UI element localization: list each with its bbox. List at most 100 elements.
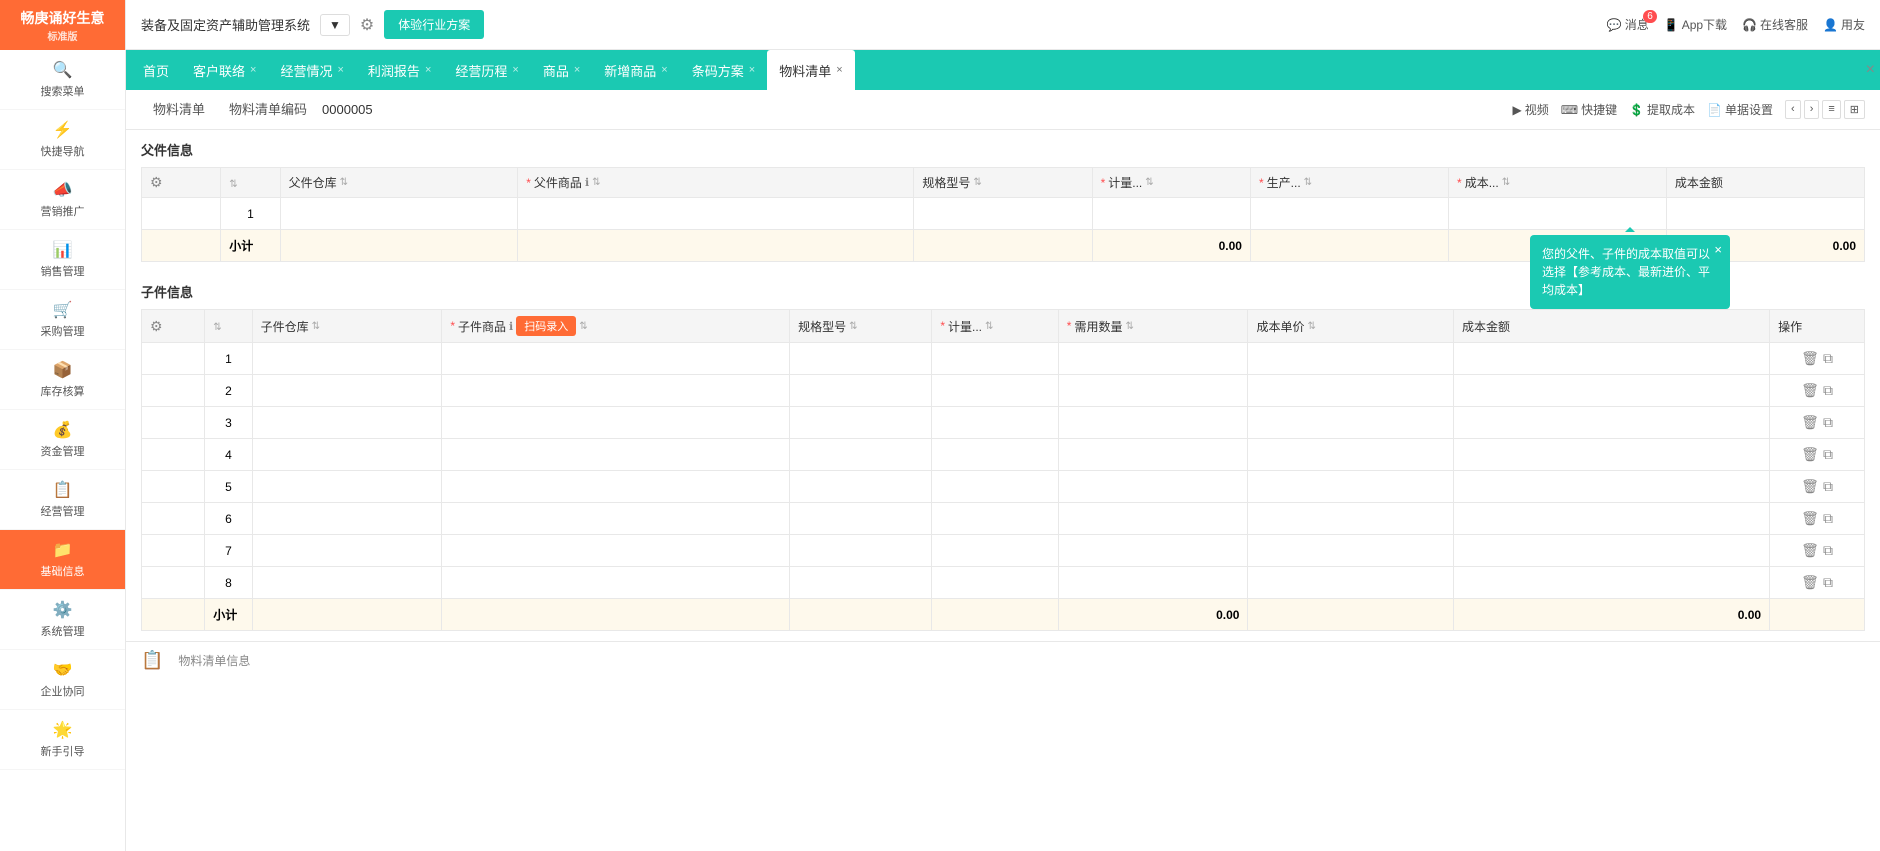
child-unit-sort[interactable]: ⇅ (985, 321, 993, 332)
parent-row1-prod[interactable] (1250, 198, 1448, 230)
delete-row-7-icon[interactable]: 🗑 (1801, 542, 1819, 559)
child-row8-spec[interactable] (790, 567, 932, 599)
spec-sort-icon[interactable]: ⇅ (973, 177, 981, 188)
child-row3-product[interactable] (442, 407, 790, 439)
child-row3-unitcost[interactable] (1248, 407, 1453, 439)
tab-bom-close[interactable]: × (836, 64, 842, 76)
child-row1-qty[interactable] (1058, 343, 1248, 375)
pcost-sort-icon[interactable]: ⇅ (1502, 177, 1510, 188)
user-action[interactable]: 👤 用友 (1823, 16, 1865, 33)
child-row6-warehouse[interactable] (252, 503, 442, 535)
sort-icon[interactable]: ⇅ (229, 179, 237, 190)
tab-products-close[interactable]: × (574, 64, 580, 76)
child-row1-product[interactable] (442, 343, 790, 375)
child-row7-spec[interactable] (790, 535, 932, 567)
tab-barcode[interactable]: 条码方案 × (680, 50, 767, 90)
prod-sort-icon[interactable]: ⇅ (1304, 177, 1312, 188)
tab-customers-close[interactable]: × (250, 64, 256, 76)
sidebar-item-sales[interactable]: 📊 销售管理 (0, 230, 125, 290)
sidebar-item-operations[interactable]: 📋 经营管理 (0, 470, 125, 530)
settings-action[interactable]: 📄 单据设置 (1707, 101, 1773, 118)
subtab-list[interactable]: 物料清单 (141, 90, 217, 130)
tab-products[interactable]: 商品 × (531, 50, 592, 90)
child-row5-product[interactable] (442, 471, 790, 503)
shortcut-action[interactable]: ⌨ 快捷键 (1561, 101, 1617, 118)
child-row5-qty[interactable] (1058, 471, 1248, 503)
tab-history-close[interactable]: × (512, 64, 518, 76)
child-row7-product[interactable] (442, 535, 790, 567)
child-row1-warehouse[interactable] (252, 343, 442, 375)
tab-new-product[interactable]: 新增商品 × (592, 50, 679, 90)
child-row4-spec[interactable] (790, 439, 932, 471)
child-unitcost-sort[interactable]: ⇅ (1308, 321, 1316, 332)
sidebar-item-search[interactable]: 🔍 搜索菜单 (0, 50, 125, 110)
child-row4-product[interactable] (442, 439, 790, 471)
child-row1-unitcost[interactable] (1248, 343, 1453, 375)
prev-arrow[interactable]: ‹ (1785, 100, 1801, 119)
child-row5-unitcost[interactable] (1248, 471, 1453, 503)
child-row2-product[interactable] (442, 375, 790, 407)
child-row6-product[interactable] (442, 503, 790, 535)
delete-row-3-icon[interactable]: 🗑 (1801, 414, 1819, 431)
copy-row-6-icon[interactable]: ⧉ (1823, 510, 1833, 527)
sidebar-item-purchase[interactable]: 🛒 采购管理 (0, 290, 125, 350)
child-row4-unit[interactable] (932, 439, 1058, 471)
child-wh-sort[interactable]: ⇅ (312, 321, 320, 332)
tab-profit[interactable]: 利润报告 × (356, 50, 443, 90)
child-row3-warehouse[interactable] (252, 407, 442, 439)
settings-gear-icon[interactable]: ⚙ (150, 174, 163, 190)
child-row8-unitcost[interactable] (1248, 567, 1453, 599)
child-row2-unitcost[interactable] (1248, 375, 1453, 407)
product-sort-icon[interactable]: ⇅ (592, 177, 600, 188)
sidebar-item-guide[interactable]: 🌟 新手引导 (0, 710, 125, 770)
all-tabs-close[interactable]: × (1866, 61, 1875, 79)
message-action[interactable]: 💬 消息 6 (1607, 16, 1649, 33)
tab-profit-close[interactable]: × (425, 64, 431, 76)
child-row1-spec[interactable] (790, 343, 932, 375)
child-row7-unitcost[interactable] (1248, 535, 1453, 567)
child-row3-qty[interactable] (1058, 407, 1248, 439)
parent-row1-spec[interactable] (914, 198, 1092, 230)
delete-row-6-icon[interactable]: 🗑 (1801, 510, 1819, 527)
child-spec-sort[interactable]: ⇅ (849, 321, 857, 332)
tab-barcode-close[interactable]: × (749, 64, 755, 76)
child-row5-warehouse[interactable] (252, 471, 442, 503)
scan-button[interactable]: 扫码录入 (516, 316, 576, 336)
child-row6-qty[interactable] (1058, 503, 1248, 535)
child-row5-unit[interactable] (932, 471, 1058, 503)
tab-history[interactable]: 经营历程 × (443, 50, 530, 90)
parent-row1-cost[interactable] (1449, 198, 1667, 230)
tab-operations-status[interactable]: 经营情况 × (268, 50, 355, 90)
tab-customers[interactable]: 客户联络 × (181, 50, 268, 90)
expand-view[interactable]: ⊞ (1844, 100, 1865, 119)
parent-row1-warehouse[interactable] (280, 198, 518, 230)
sidebar-item-inventory[interactable]: 📦 库存核算 (0, 350, 125, 410)
child-prod-sort[interactable]: ⇅ (579, 321, 587, 332)
copy-row-1-icon[interactable]: ⧉ (1823, 350, 1833, 367)
child-qty-sort[interactable]: ⇅ (1125, 321, 1133, 332)
child-row7-qty[interactable] (1058, 535, 1248, 567)
child-row8-warehouse[interactable] (252, 567, 442, 599)
copy-row-8-icon[interactable]: ⧉ (1823, 574, 1833, 591)
child-row2-qty[interactable] (1058, 375, 1248, 407)
tab-bom[interactable]: 物料清单 × (767, 50, 854, 90)
child-row7-warehouse[interactable] (252, 535, 442, 567)
child-row4-unitcost[interactable] (1248, 439, 1453, 471)
child-row4-qty[interactable] (1058, 439, 1248, 471)
tab-home[interactable]: 首页 (131, 50, 181, 90)
child-row5-spec[interactable] (790, 471, 932, 503)
child-row7-unit[interactable] (932, 535, 1058, 567)
copy-row-7-icon[interactable]: ⧉ (1823, 542, 1833, 559)
copy-row-4-icon[interactable]: ⧉ (1823, 446, 1833, 463)
tooltip-close-button[interactable]: × (1714, 240, 1722, 260)
child-row8-product[interactable] (442, 567, 790, 599)
child-row4-warehouse[interactable] (252, 439, 442, 471)
sidebar-item-basic[interactable]: 📁 基础信息 (0, 530, 125, 590)
child-row8-unit[interactable] (932, 567, 1058, 599)
sidebar-item-quicknav[interactable]: ⚡ 快捷导航 (0, 110, 125, 170)
sidebar-item-system[interactable]: ⚙️ 系统管理 (0, 590, 125, 650)
system-selector[interactable]: ▼ (320, 14, 350, 36)
child-row2-spec[interactable] (790, 375, 932, 407)
cost-action[interactable]: 💲 提取成本 (1629, 101, 1695, 118)
sidebar-item-collab[interactable]: 🤝 企业协同 (0, 650, 125, 710)
